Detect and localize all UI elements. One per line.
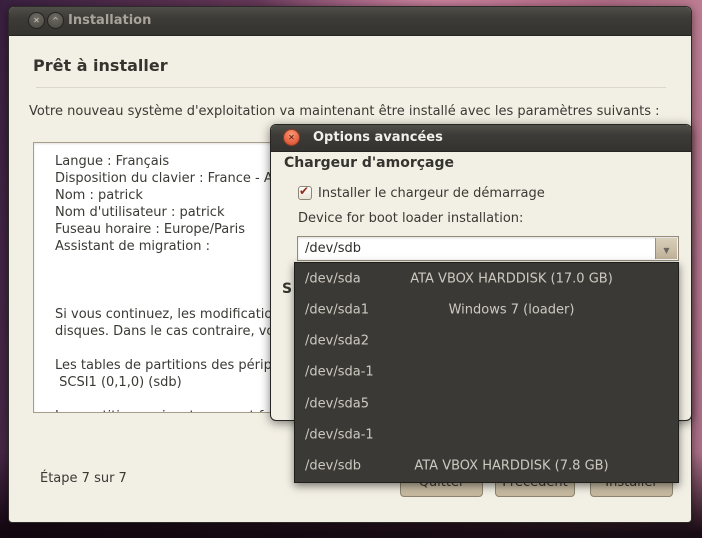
page-title: Prêt à installer	[33, 56, 168, 75]
maximize-button[interactable]: ^	[47, 12, 64, 29]
maximize-icon: ^	[52, 16, 59, 25]
close-icon: ✕	[33, 16, 40, 25]
step-label: Étape 7 sur 7	[40, 471, 127, 486]
dialog-title: Options avancées	[313, 130, 443, 145]
dropdown-item-device: /dev/sdb	[305, 458, 361, 474]
dialog-titlebar[interactable]: ✕ Options avancées	[271, 125, 691, 152]
dropdown-item-device: /dev/sda-1	[305, 364, 374, 380]
install-bootloader-checkbox[interactable]: ✔	[298, 184, 312, 200]
install-bootloader-label[interactable]: Installer le chargeur de démarrage	[318, 186, 545, 201]
dropdown-item-device: /dev/sda2	[305, 333, 369, 349]
desktop-background: ✕ ^ Installation Prêt à installer Votre …	[0, 0, 702, 538]
device-combobox[interactable]: /dev/sdb ▼	[297, 236, 679, 261]
close-icon: ✕	[288, 133, 295, 142]
dropdown-item-description: ATA VBOX HARDDISK (17.0 GB)	[410, 271, 613, 287]
dropdown-item[interactable]: /dev/sda ATA VBOX HARDDISK (17.0 GB)	[295, 263, 678, 294]
dropdown-item[interactable]: /dev/sdb ATA VBOX HARDDISK (7.8 GB)	[295, 451, 678, 482]
combobox-value: /dev/sdb	[305, 241, 361, 256]
dropdown-item-device: /dev/sda1	[305, 302, 369, 318]
chevron-down-icon: ▼	[663, 246, 670, 255]
dropdown-item-device: /dev/sda	[305, 271, 361, 287]
dropdown-item-device: /dev/sda-1	[305, 427, 374, 443]
dropdown-item[interactable]: /dev/sda5	[295, 388, 678, 419]
main-window-titlebar[interactable]: ✕ ^ Installation	[9, 7, 691, 36]
intro-text: Votre nouveau système d'exploitation va …	[29, 104, 660, 119]
close-button[interactable]: ✕	[28, 12, 45, 29]
dropdown-item-device: /dev/sda5	[305, 396, 369, 412]
dropdown-item-description: Windows 7 (loader)	[448, 302, 575, 318]
dropdown-arrow-button[interactable]: ▼	[655, 238, 677, 259]
dropdown-item[interactable]: /dev/sda2	[295, 326, 678, 357]
dropdown-item-description: ATA VBOX HARDDISK (7.8 GB)	[414, 458, 609, 474]
bootloader-section-heading: Chargeur d'amorçage	[284, 155, 454, 171]
dropdown-item[interactable]: /dev/sda-1	[295, 357, 678, 388]
dropdown-item[interactable]: /dev/sda-1	[295, 419, 678, 450]
device-dropdown[interactable]: /dev/sda ATA VBOX HARDDISK (17.0 GB)/dev/…	[294, 262, 679, 483]
clipped-section-heading: S	[282, 281, 293, 297]
checkmark-icon: ✔	[299, 184, 310, 198]
window-title: Installation	[68, 13, 152, 28]
device-field-label: Device for boot loader installation:	[298, 211, 524, 226]
dropdown-item[interactable]: /dev/sda1 Windows 7 (loader)	[295, 294, 678, 325]
heading-separator	[36, 87, 666, 88]
dialog-close-button[interactable]: ✕	[283, 129, 300, 146]
